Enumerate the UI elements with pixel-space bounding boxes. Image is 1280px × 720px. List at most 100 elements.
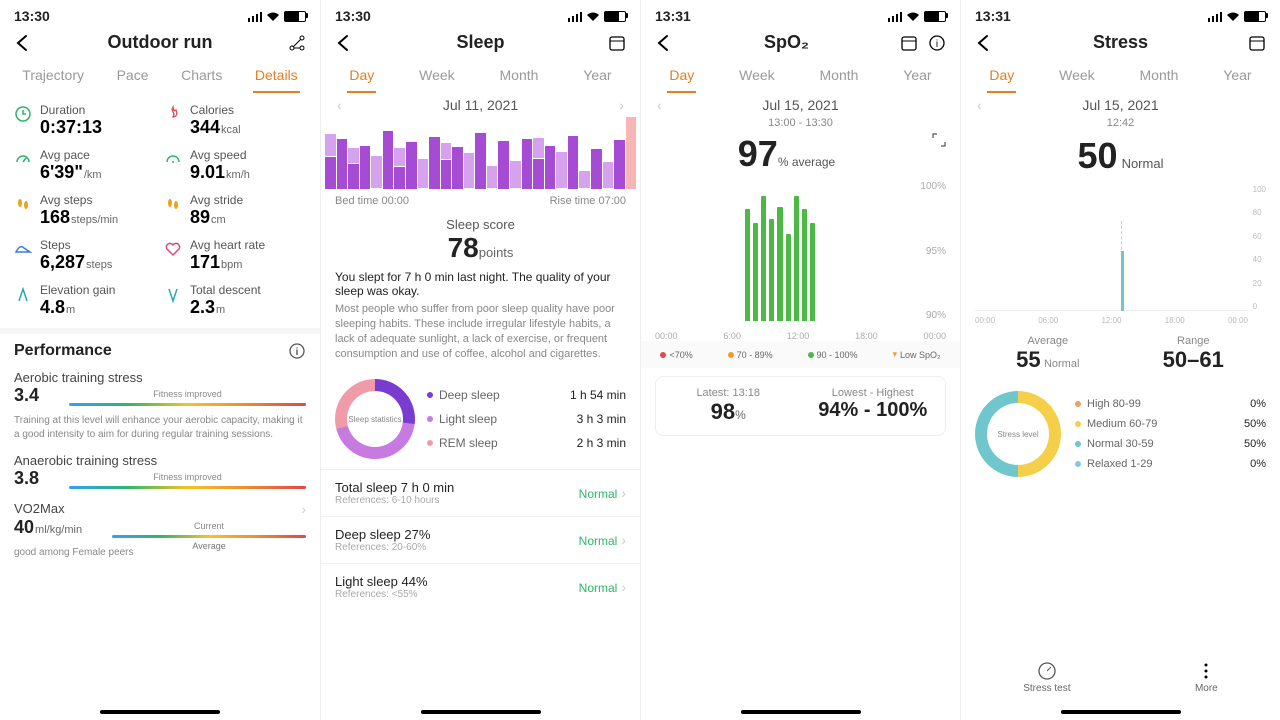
- tab-year[interactable]: Year: [901, 63, 933, 93]
- sleep-legend: Deep sleep1 h 54 min Light sleep3 h 3 mi…: [427, 388, 626, 450]
- anaerobic-stress[interactable]: Anaerobic training stress 3.8 Fitness im…: [0, 447, 320, 495]
- home-indicator[interactable]: [741, 710, 861, 714]
- tab-trajectory[interactable]: Trajectory: [20, 63, 86, 93]
- page-title: Outdoor run: [108, 32, 213, 53]
- chevron-right-icon: ›: [301, 501, 306, 517]
- battery-icon: [1244, 11, 1266, 22]
- header: Stress: [961, 26, 1280, 59]
- next-day-icon[interactable]: ›: [619, 97, 624, 113]
- tab-week[interactable]: Week: [417, 63, 457, 93]
- bed-rise-times: Bed time 00:00Rise time 07:00: [321, 193, 640, 209]
- screen-spo2: 13:31 SpO₂ i Day Week Month Year ‹ Jul 1…: [640, 0, 960, 720]
- battery-icon: [924, 11, 946, 22]
- tabs: Day Week Month Year: [641, 59, 960, 93]
- tab-month[interactable]: Month: [498, 63, 541, 93]
- stress-avg-range: Average55 Normal Range50–61: [961, 325, 1280, 383]
- stat-avg-hr: Avg heart rate171bpm: [164, 238, 306, 273]
- share-icon[interactable]: [288, 34, 306, 52]
- prev-day-icon[interactable]: ‹: [977, 97, 982, 113]
- signal-icon: [888, 11, 902, 22]
- spo2-average: 97% average: [641, 129, 960, 175]
- sleep-row-deep[interactable]: Deep sleep 27%References: 20-60%Normal›: [321, 516, 640, 563]
- prev-day-icon[interactable]: ‹: [337, 97, 342, 113]
- info-icon[interactable]: i: [288, 342, 306, 360]
- up-icon: [14, 285, 32, 303]
- calendar-icon[interactable]: [900, 34, 918, 52]
- status-bar: 13:30: [0, 0, 320, 26]
- gradient-bar: Average: [112, 535, 306, 538]
- clock: 13:31: [975, 8, 1011, 24]
- stat-avg-pace: Avg pace6'39"/km: [14, 148, 156, 183]
- sleep-row-total[interactable]: Total sleep 7 h 0 minReferences: 6-10 ho…: [321, 469, 640, 516]
- more-button[interactable]: More: [1195, 661, 1218, 694]
- more-icon: [1196, 661, 1216, 681]
- spo2-legend: <70% 70 - 89% 90 - 100% ▾Low SpO₂: [641, 341, 960, 368]
- stat-descent: Total descent2.3m: [164, 283, 306, 318]
- screen-stress: 13:31 Stress Day Week Month Year ‹ Jul 1…: [960, 0, 1280, 720]
- tab-week[interactable]: Week: [737, 63, 777, 93]
- page-title: Stress: [1093, 32, 1148, 53]
- speed-icon: [164, 150, 182, 168]
- stress-timestamp: 12:42: [961, 117, 1280, 129]
- svg-text:i: i: [936, 39, 938, 50]
- status-bar: 13:31: [961, 0, 1280, 26]
- home-indicator[interactable]: [421, 710, 541, 714]
- header: SpO₂ i: [641, 26, 960, 59]
- tabs: Trajectory Pace Charts Details: [0, 59, 320, 93]
- sleep-hypnogram[interactable]: [321, 117, 640, 189]
- back-icon[interactable]: [335, 34, 353, 52]
- stat-steps: Steps6,287steps: [14, 238, 156, 273]
- tab-day[interactable]: Day: [347, 63, 376, 93]
- prev-day-icon[interactable]: ‹: [657, 97, 662, 113]
- page-title: SpO₂: [764, 32, 809, 53]
- tab-day[interactable]: Day: [667, 63, 696, 93]
- tab-year[interactable]: Year: [581, 63, 613, 93]
- expand-icon[interactable]: [932, 133, 946, 147]
- sleep-score: Sleep score 78points: [321, 209, 640, 268]
- date-nav: ‹ Jul 11, 2021 ›: [321, 93, 640, 117]
- performance-header: Performance i: [0, 334, 320, 364]
- down-icon: [164, 285, 182, 303]
- tab-month[interactable]: Month: [1138, 63, 1181, 93]
- stat-grid: Duration0:37:13 Calories344kcal Avg pace…: [0, 93, 320, 328]
- screen-outdoor-run: 13:30 Outdoor run Trajectory Pace Charts…: [0, 0, 320, 720]
- home-indicator[interactable]: [1061, 710, 1181, 714]
- spo2-chart[interactable]: 100%95%90% 00:006:0012:0018:0000:00: [655, 181, 946, 341]
- sleep-donut: Sleep statistics Deep sleep1 h 54 min Li…: [321, 369, 640, 469]
- signal-icon: [568, 11, 582, 22]
- aerobic-stress[interactable]: Aerobic training stress 3.4 Fitness impr…: [0, 364, 320, 412]
- stress-chart[interactable]: 100806040200 00:0006:0012:0018:0000:00: [975, 185, 1266, 325]
- clock: 13:30: [335, 8, 371, 24]
- home-indicator[interactable]: [100, 710, 220, 714]
- tab-year[interactable]: Year: [1221, 63, 1253, 93]
- back-icon[interactable]: [655, 34, 673, 52]
- stress-test-button[interactable]: Stress test: [1023, 661, 1070, 694]
- vo2max[interactable]: VO2Max› 40ml/kg/min Current Average: [0, 495, 320, 544]
- stress-donut: Stress level High 80-990% Medium 60-7950…: [961, 383, 1280, 485]
- stat-calories: Calories344kcal: [164, 103, 306, 138]
- footsteps-icon: [14, 195, 32, 213]
- heart-icon: [164, 240, 182, 258]
- bottom-actions: Stress test More: [961, 661, 1280, 694]
- tab-charts[interactable]: Charts: [179, 63, 224, 93]
- calendar-icon[interactable]: [608, 34, 626, 52]
- stress-legend: High 80-990% Medium 60-7950% Normal 30-5…: [1075, 398, 1266, 470]
- tab-day[interactable]: Day: [987, 63, 1016, 93]
- tab-details[interactable]: Details: [253, 63, 300, 93]
- info-icon[interactable]: i: [928, 34, 946, 52]
- tab-pace[interactable]: Pace: [115, 63, 151, 93]
- shoe-icon: [14, 240, 32, 258]
- stat-duration: Duration0:37:13: [14, 103, 156, 138]
- wifi-icon: [1226, 11, 1240, 22]
- wifi-icon: [906, 11, 920, 22]
- sleep-row-light[interactable]: Light sleep 44%References: <55%Normal›: [321, 563, 640, 610]
- donut-chart: Sleep statistics: [335, 379, 415, 459]
- tab-month[interactable]: Month: [818, 63, 861, 93]
- signal-icon: [248, 11, 262, 22]
- stat-avg-stride: Avg stride89cm: [164, 193, 306, 228]
- calendar-icon[interactable]: [1248, 34, 1266, 52]
- back-icon[interactable]: [975, 34, 993, 52]
- back-icon[interactable]: [14, 34, 32, 52]
- tab-week[interactable]: Week: [1057, 63, 1097, 93]
- status-bar: 13:30: [321, 0, 640, 26]
